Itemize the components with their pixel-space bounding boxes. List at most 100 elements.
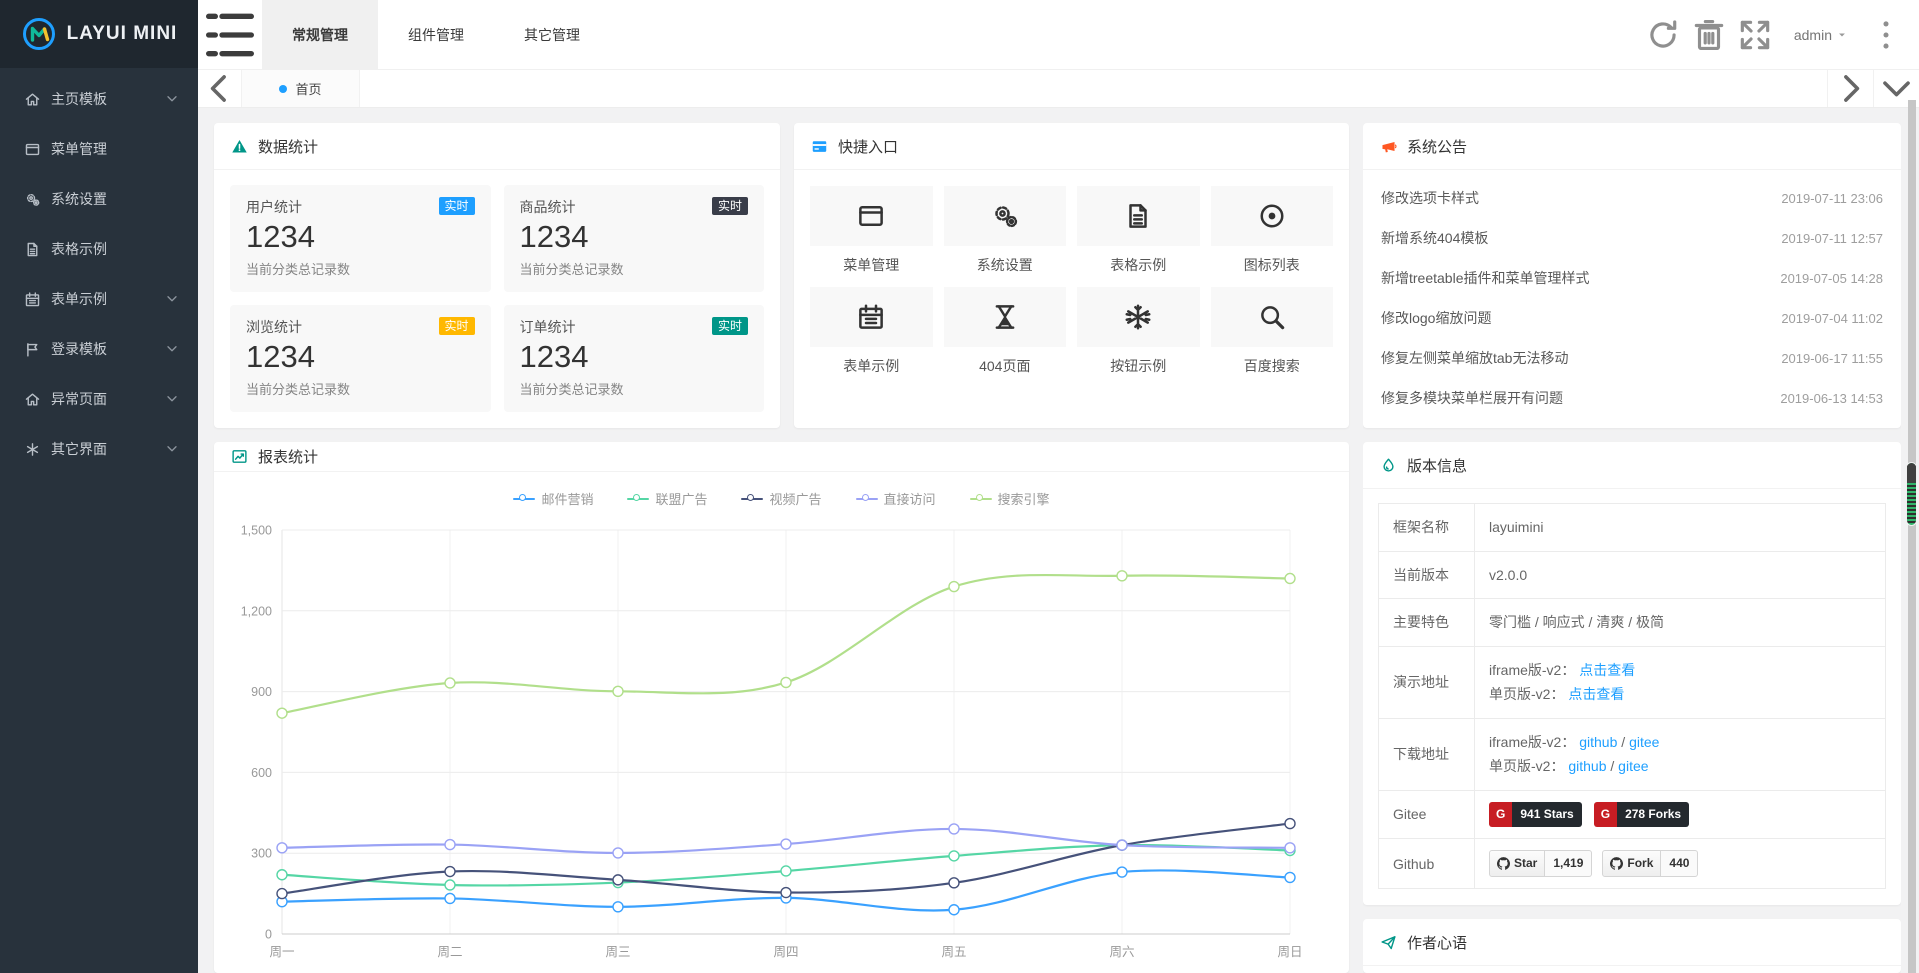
quick-entry-label: 404页面 — [944, 356, 1066, 376]
gitee-badge[interactable]: G941 Stars — [1489, 802, 1582, 827]
legend-item-直接访问[interactable]: 直接访问 — [856, 489, 936, 508]
page-scrollbar-track[interactable] — [1908, 100, 1916, 973]
version-body: 框架名称layuimini当前版本v2.0.0主要特色零门槛 / 响应式 / 清… — [1363, 489, 1901, 905]
stat-desc: 当前分类总记录数 — [520, 379, 749, 398]
sidebar-toggle-button[interactable] — [198, 0, 262, 69]
sidebar-item-label: 主页模板 — [51, 89, 166, 109]
github-badge[interactable]: Fork440 — [1602, 850, 1698, 877]
version-row-value: iframe版-v2： github / gitee单页版-v2： github… — [1475, 718, 1886, 790]
header-tab-其它管理[interactable]: 其它管理 — [494, 0, 610, 69]
announcement-text: 修复左侧菜单缩放tab无法移动 — [1381, 348, 1568, 368]
sidebar-item-主页模板[interactable]: 主页模板 — [0, 74, 198, 124]
search-icon — [1211, 287, 1334, 347]
data-stats-card: 数据统计 用户统计实时1234当前分类总记录数商品统计实时1234当前分类总记录… — [214, 123, 780, 428]
github-badge[interactable]: Star1,419 — [1489, 850, 1592, 877]
user-menu[interactable]: admin — [1782, 27, 1859, 43]
legend-label: 直接访问 — [884, 489, 936, 508]
quick-entry-图标列表[interactable]: 图标列表 — [1211, 186, 1334, 275]
tab-scroll-left-button[interactable] — [198, 70, 242, 107]
legend-item-搜索引擎[interactable]: 搜索引擎 — [970, 489, 1050, 508]
tab-scroll-right-button[interactable] — [1827, 70, 1873, 107]
sidebar-item-其它界面[interactable]: 其它界面 — [0, 424, 198, 474]
announcements-list: 修改选项卡样式2019-07-11 23:06新增系统404模板2019-07-… — [1363, 170, 1901, 428]
sidebar-nav: 主页模板菜单管理系统设置表格示例表单示例登录模板异常页面其它界面 — [0, 68, 198, 474]
tab-home[interactable]: 首页 — [242, 70, 360, 107]
app-root: LAYUI MINI 主页模板菜单管理系统设置表格示例表单示例登录模板异常页面其… — [0, 0, 1919, 973]
quick-entry-系统设置[interactable]: 系统设置 — [944, 186, 1066, 275]
stat-head: 订单统计实时 — [520, 317, 749, 337]
sidebar-item-label: 表单示例 — [51, 289, 166, 309]
sidebar-item-表单示例[interactable]: 表单示例 — [0, 274, 198, 324]
svg-text:周二: 周二 — [437, 945, 462, 959]
gitee-badge[interactable]: G278 Forks — [1594, 802, 1689, 827]
quick-entry-label: 菜单管理 — [810, 255, 932, 275]
svg-text:600: 600 — [251, 766, 272, 780]
version-link-点击查看[interactable]: 点击查看 — [1568, 686, 1624, 702]
page-scrollbar-thumb[interactable] — [1906, 462, 1917, 526]
quick-entry-菜单管理[interactable]: 菜单管理 — [810, 186, 932, 275]
version-link-点击查看[interactable]: 点击查看 — [1579, 662, 1635, 678]
announcement-date: 2019-07-04 11:02 — [1781, 311, 1883, 326]
announcement-row[interactable]: 修改logo缩放问题2019-07-04 11:02 — [1363, 298, 1901, 338]
version-row: 框架名称layuimini — [1379, 504, 1886, 552]
legend-item-邮件营销[interactable]: 邮件营销 — [513, 489, 593, 508]
stat-desc: 当前分类总记录数 — [520, 259, 749, 278]
announcement-row[interactable]: 新增系统404模板2019-07-11 12:57 — [1363, 218, 1901, 258]
version-link-gitee[interactable]: gitee — [1618, 758, 1648, 774]
version-row-label: 演示地址 — [1379, 646, 1475, 718]
gitee-logo-icon: G — [1594, 802, 1617, 827]
version-icon — [1380, 457, 1397, 474]
sidebar-item-菜单管理[interactable]: 菜单管理 — [0, 124, 198, 174]
header-tab-组件管理[interactable]: 组件管理 — [378, 0, 494, 69]
version-title: 版本信息 — [1407, 455, 1467, 476]
announcement-date: 2019-06-17 11:55 — [1781, 351, 1883, 366]
sidebar-item-表格示例[interactable]: 表格示例 — [0, 224, 198, 274]
stat-value: 1234 — [246, 218, 475, 257]
announcement-row[interactable]: 修复多模块菜单栏展开有问题2019-06-13 14:53 — [1363, 378, 1901, 418]
brand-title: LAYUI MINI — [67, 23, 178, 45]
quick-entry-表格示例[interactable]: 表格示例 — [1077, 186, 1199, 275]
version-link-gitee[interactable]: gitee — [1629, 734, 1659, 750]
brand[interactable]: LAYUI MINI — [0, 0, 198, 68]
version-row: GiteeG941 StarsG278 Forks — [1379, 790, 1886, 839]
github-button[interactable]: Star — [1489, 850, 1545, 877]
quick-entry-表单示例[interactable]: 表单示例 — [810, 287, 932, 376]
stat-head: 商品统计实时 — [520, 197, 749, 217]
announcement-row[interactable]: 修改选项卡样式2019-07-11 23:06 — [1363, 178, 1901, 218]
fullscreen-button[interactable] — [1736, 16, 1774, 54]
clear-cache-button[interactable] — [1690, 16, 1728, 54]
flag-icon — [24, 341, 41, 358]
header-tab-常规管理[interactable]: 常规管理 — [262, 0, 378, 69]
quick-entry-百度搜索[interactable]: 百度搜索 — [1211, 287, 1334, 376]
svg-text:周六: 周六 — [1109, 945, 1134, 959]
announcements-card: 系统公告 修改选项卡样式2019-07-11 23:06新增系统404模板201… — [1363, 123, 1901, 428]
github-icon — [1497, 857, 1510, 870]
version-link-github[interactable]: github — [1579, 734, 1617, 750]
announcement-row[interactable]: 修复左侧菜单缩放tab无法移动 2019-06-17 11:55 — [1363, 338, 1901, 378]
announcement-row[interactable]: 新增treetable插件和菜单管理样式2019-07-05 14:28 — [1363, 258, 1901, 298]
legend-item-联盟广告[interactable]: 联盟广告 — [627, 489, 707, 508]
hourglass-icon — [944, 287, 1066, 347]
sidebar-item-异常页面[interactable]: 异常页面 — [0, 374, 198, 424]
svg-text:周一: 周一 — [269, 945, 294, 959]
more-menu-button[interactable] — [1867, 16, 1905, 54]
window-icon — [24, 141, 41, 158]
refresh-button[interactable] — [1644, 16, 1682, 54]
version-row-value: Star1,419 Fork440 — [1475, 839, 1886, 889]
version-row: 演示地址iframe版-v2： 点击查看单页版-v2： 点击查看 — [1379, 646, 1886, 718]
version-link-github[interactable]: github — [1568, 758, 1606, 774]
version-row-value: G941 Stars G278 Forks — [1475, 790, 1886, 839]
stat-label: 商品统计 — [520, 197, 576, 217]
sidebar-item-登录模板[interactable]: 登录模板 — [0, 324, 198, 374]
report-card: 报表统计 邮件营销联盟广告视频广告直接访问搜索引擎 03006009001,20… — [214, 442, 1349, 973]
sidebar-item-系统设置[interactable]: 系统设置 — [0, 174, 198, 224]
stats-grid: 用户统计实时1234当前分类总记录数商品统计实时1234当前分类总记录数浏览统计… — [214, 170, 780, 428]
gears-icon — [24, 191, 41, 208]
legend-item-视频广告[interactable]: 视频广告 — [741, 489, 821, 508]
legend-label: 搜索引擎 — [998, 489, 1050, 508]
quick-entry-404页面[interactable]: 404页面 — [944, 287, 1066, 376]
svg-text:周三: 周三 — [605, 945, 630, 959]
github-button[interactable]: Fork — [1602, 850, 1661, 877]
quick-entry-按钮示例[interactable]: 按钮示例 — [1077, 287, 1199, 376]
announcement-text: 修改选项卡样式 — [1381, 188, 1479, 208]
